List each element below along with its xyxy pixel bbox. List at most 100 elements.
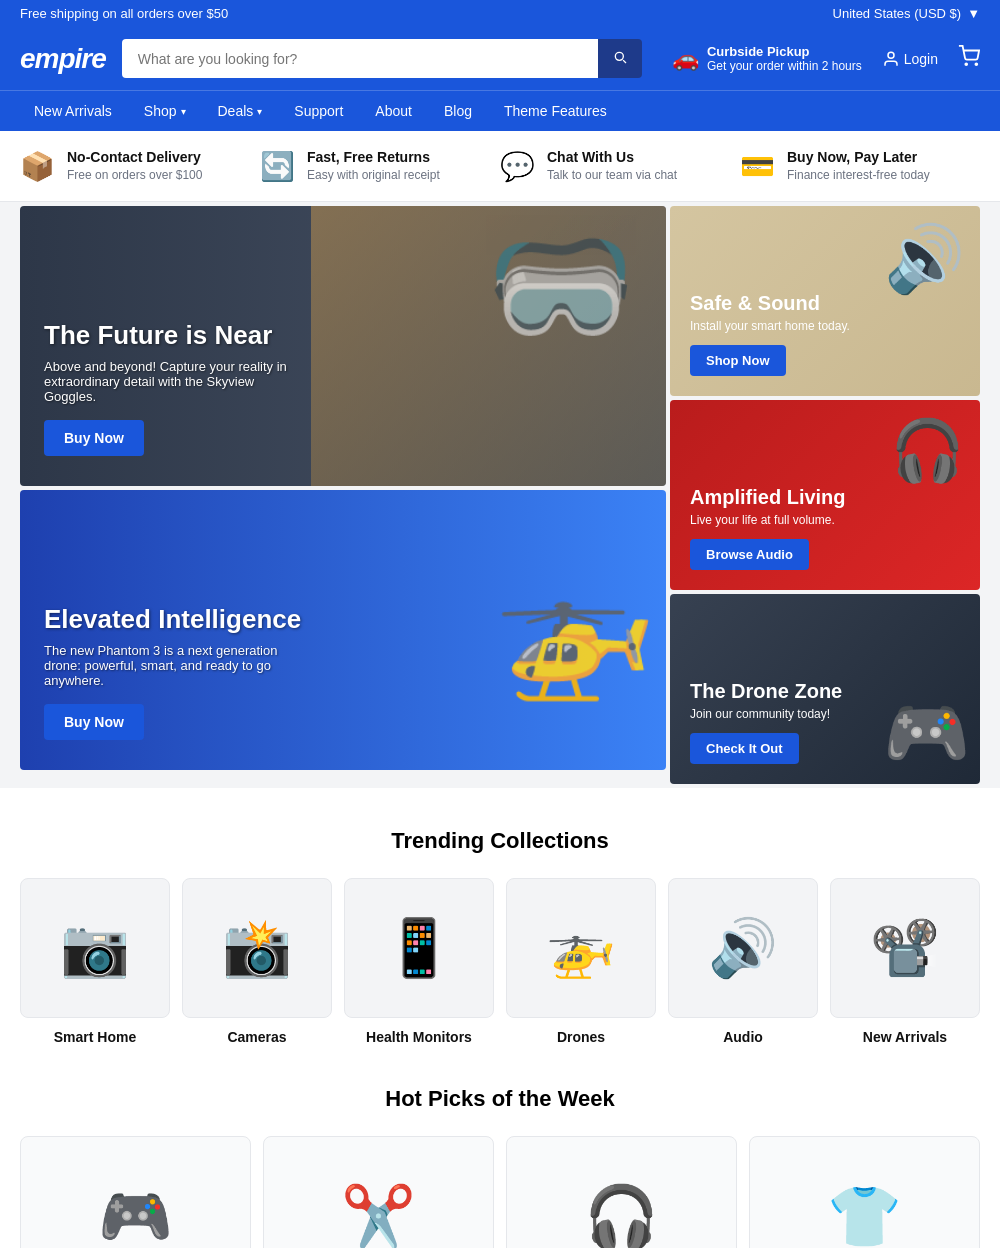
feature-pay-title: Buy Now, Pay Later <box>787 149 930 165</box>
side-smart-content: Safe & Sound Install your smart home tod… <box>690 292 850 376</box>
collection-new-arrivals-label: New Arrivals <box>863 1029 947 1045</box>
user-icon <box>882 50 900 68</box>
feature-pay-later: 💳 Buy Now, Pay Later Finance interest-fr… <box>740 149 980 183</box>
curbside-pickup: 🚗 Curbside Pickup Get your order within … <box>672 44 862 73</box>
collection-new-arrivals[interactable]: 📽️ New Arrivals <box>830 878 980 1046</box>
headphones-icon: 🎧 <box>890 415 965 486</box>
side-banner-drone-zone: 🎮 The Drone Zone Join our community toda… <box>670 594 980 784</box>
side-drone-title: The Drone Zone <box>690 680 842 703</box>
locale-chevron-icon: ▼ <box>967 6 980 21</box>
feature-chat: 💬 Chat With Us Talk to our team via chat <box>500 149 740 183</box>
search-input[interactable] <box>122 39 598 78</box>
chevron-down-icon: ▾ <box>181 106 186 117</box>
drone-icon: 🚁 <box>494 554 656 706</box>
side-smart-title: Safe & Sound <box>690 292 850 315</box>
nav-theme-features[interactable]: Theme Features <box>490 91 621 131</box>
collection-health-monitors[interactable]: 📱 Health Monitors <box>344 878 494 1046</box>
collection-smart-home-label: Smart Home <box>54 1029 136 1045</box>
search-button[interactable] <box>598 39 642 78</box>
hero-drone-subtitle: The new Phantom 3 is a next generation d… <box>44 643 304 688</box>
hero-drone-content: Elevated Intelligence The new Phantom 3 … <box>44 604 304 740</box>
side-audio-title: Amplified Living <box>690 486 846 509</box>
drones-collection-icon: 🚁 <box>546 915 616 981</box>
collection-health-label: Health Monitors <box>366 1029 472 1045</box>
curbside-sub: Get your order within 2 hours <box>707 59 862 73</box>
side-banner-smart-home: 🔊 Safe & Sound Install your smart home t… <box>670 206 980 396</box>
collection-cameras[interactable]: 📸 Cameras <box>182 878 332 1046</box>
trending-section: Trending Collections 📷 Smart Home 📸 Came… <box>0 788 1000 1066</box>
hot-picks-section: Hot Picks of the Week 🎮 ✂️ 🎧 👕 <box>0 1066 1000 1248</box>
nav-about[interactable]: About <box>361 91 426 131</box>
side-smart-sub: Install your smart home today. <box>690 319 850 333</box>
vr-goggles-icon: 🥽 <box>486 216 636 357</box>
chat-icon: 💬 <box>500 150 535 183</box>
cameras-collection-icon: 📸 <box>222 915 292 981</box>
header: empire 🚗 Curbside Pickup Get your order … <box>0 27 1000 90</box>
nav-shop[interactable]: Shop ▾ <box>130 91 200 131</box>
hot-pick-1[interactable]: 🎮 <box>20 1136 251 1248</box>
side-banner-audio: 🎧 Amplified Living Live your life at ful… <box>670 400 980 590</box>
login-button[interactable]: Login <box>882 50 938 68</box>
side-audio-button[interactable]: Browse Audio <box>690 539 809 570</box>
side-audio-sub: Live your life at full volume. <box>690 513 846 527</box>
cart-button[interactable] <box>958 45 980 72</box>
side-audio-content: Amplified Living Live your life at full … <box>690 486 846 570</box>
logo[interactable]: empire <box>20 43 106 75</box>
hero-vr-content: The Future is Near Above and beyond! Cap… <box>44 320 304 456</box>
feature-pay-sub: Finance interest-free today <box>787 168 930 182</box>
hot-picks-title: Hot Picks of the Week <box>20 1086 980 1112</box>
search-bar <box>122 39 642 78</box>
feature-delivery: 📦 No-Contact Delivery Free on orders ove… <box>20 149 260 183</box>
collection-audio[interactable]: 🔊 Audio <box>668 878 818 1046</box>
new-arrivals-collection-icon: 📽️ <box>870 915 940 981</box>
header-actions: 🚗 Curbside Pickup Get your order within … <box>672 44 980 73</box>
collection-cameras-label: Cameras <box>227 1029 286 1045</box>
side-drone-sub: Join our community today! <box>690 707 842 721</box>
hot-pick-1-icon: 🎮 <box>98 1181 173 1249</box>
car-icon: 🚗 <box>672 46 699 72</box>
side-drone-button[interactable]: Check It Out <box>690 733 799 764</box>
feature-delivery-title: No-Contact Delivery <box>67 149 202 165</box>
collection-drones-label: Drones <box>557 1029 605 1045</box>
feature-chat-title: Chat With Us <box>547 149 677 165</box>
side-smart-button[interactable]: Shop Now <box>690 345 786 376</box>
hot-pick-3-icon: 🎧 <box>584 1181 659 1249</box>
side-drone-content: The Drone Zone Join our community today!… <box>690 680 842 764</box>
free-shipping-text: Free shipping on all orders over $50 <box>20 6 228 21</box>
collection-smart-home[interactable]: 📷 Smart Home <box>20 878 170 1046</box>
delivery-icon: 📦 <box>20 150 55 183</box>
collections-grid: 📷 Smart Home 📸 Cameras 📱 Health Monitors… <box>20 878 980 1046</box>
main-nav: New Arrivals Shop ▾ Deals ▾ Support Abou… <box>0 90 1000 131</box>
audio-collection-icon: 🔊 <box>708 915 778 981</box>
hero-section: 🥽 The Future is Near Above and beyond! C… <box>0 202 1000 788</box>
hero-vr-title: The Future is Near <box>44 320 304 351</box>
trending-title: Trending Collections <box>20 828 980 854</box>
curbside-label: Curbside Pickup <box>707 44 862 59</box>
hot-pick-4[interactable]: 👕 <box>749 1136 980 1248</box>
collection-audio-label: Audio <box>723 1029 763 1045</box>
collection-drones[interactable]: 🚁 Drones <box>506 878 656 1046</box>
hero-vr-subtitle: Above and beyond! Capture your reality i… <box>44 359 304 404</box>
chevron-down-icon: ▾ <box>257 106 262 117</box>
svg-point-0 <box>965 63 967 65</box>
nav-blog[interactable]: Blog <box>430 91 486 131</box>
cart-icon <box>958 45 980 67</box>
smart-home-collection-icon: 📷 <box>60 915 130 981</box>
hot-pick-3[interactable]: 🎧 <box>506 1136 737 1248</box>
locale-selector[interactable]: United States (USD $) ▼ <box>833 6 980 21</box>
hero-vr-buy-button[interactable]: Buy Now <box>44 420 144 456</box>
health-monitors-collection-icon: 📱 <box>384 915 454 981</box>
hero-left: 🥽 The Future is Near Above and beyond! C… <box>20 206 666 784</box>
feature-returns-sub: Easy with original receipt <box>307 168 440 182</box>
nav-deals[interactable]: Deals ▾ <box>204 91 277 131</box>
nav-support[interactable]: Support <box>280 91 357 131</box>
pay-later-icon: 💳 <box>740 150 775 183</box>
nav-new-arrivals[interactable]: New Arrivals <box>20 91 126 131</box>
hero-drone-buy-button[interactable]: Buy Now <box>44 704 144 740</box>
login-label: Login <box>904 51 938 67</box>
top-bar: Free shipping on all orders over $50 Uni… <box>0 0 1000 27</box>
hot-pick-2[interactable]: ✂️ <box>263 1136 494 1248</box>
drone-controller-icon: 🎮 <box>883 692 970 774</box>
feature-bar: 📦 No-Contact Delivery Free on orders ove… <box>0 131 1000 202</box>
hot-pick-4-icon: 👕 <box>827 1181 902 1249</box>
